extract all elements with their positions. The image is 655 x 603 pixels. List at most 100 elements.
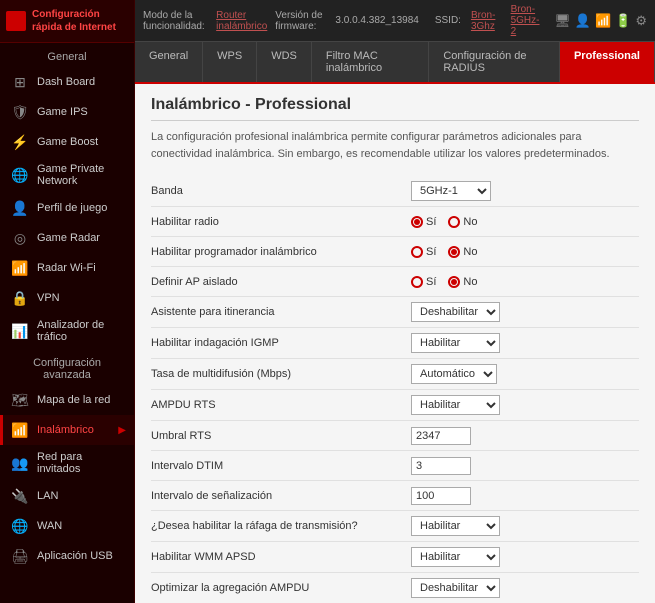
tab-radius[interactable]: Configuración de RADIUS [429, 42, 560, 82]
person-icon[interactable]: 👤 [575, 13, 591, 29]
page-description: La configuración profesional inalámbrica… [151, 129, 639, 162]
signal-icon[interactable]: 📶 [595, 13, 611, 29]
sidebar-item-label: Aplicación USB [37, 550, 113, 562]
ssid-5g-link[interactable]: Bron-5GHz-2 [511, 4, 545, 37]
ssid-2g-link[interactable]: Bron-3Ghz [471, 10, 499, 32]
sidebar-item-dashboard[interactable]: ⊞ Dash Board [0, 67, 134, 97]
sidebar-item-label: Game Boost [37, 136, 98, 148]
tab-filtro-mac[interactable]: Filtro MAC inalámbrico [312, 42, 429, 82]
topbar-icons: 🖥 👤 📶 🔋 ⚙ [554, 13, 647, 29]
tab-wds[interactable]: WDS [257, 42, 312, 82]
radio-dot-3-1 [448, 276, 460, 288]
radio-group-2: Sí No [411, 246, 477, 258]
form-control-9 [411, 457, 639, 475]
page-title: Inalámbrico - Professional [151, 96, 639, 121]
sidebar-item-lan[interactable]: 🔌 LAN [0, 481, 134, 511]
settings-form: Banda2.4GHz5GHz-15GHz-2Habilitar radioSí… [151, 176, 639, 603]
firmware-label: Versión de firmware: [275, 10, 327, 32]
sidebar-item-analizador[interactable]: 📊 Analizador de tráfico [0, 313, 134, 349]
tab-general[interactable]: General [135, 42, 203, 82]
select-0[interactable]: 2.4GHz5GHz-15GHz-2 [411, 181, 491, 201]
monitor-icon[interactable]: 🖥 [554, 13, 571, 29]
gear-icon[interactable]: ⚙ [635, 13, 647, 29]
sidebar-item-label: Mapa de la red [37, 394, 110, 406]
sidebar-item-game-boost[interactable]: ⚡ Game Boost [0, 127, 134, 157]
sidebar-item-label: Dash Board [37, 76, 95, 88]
select-5[interactable]: HabilitarDeshabilitar [411, 333, 500, 353]
radio-label-1-1: No [463, 216, 477, 228]
form-label-13: Optimizar la agregación AMPDU [151, 582, 411, 594]
sidebar-item-game-private-network[interactable]: 🌐 Game Private Network [0, 157, 134, 193]
usb-icon: 🖨 [11, 547, 29, 565]
select-13[interactable]: DeshabilitarHabilitar [411, 578, 500, 598]
sidebar-arrow-icon: ▶ [118, 425, 126, 436]
tab-bar: General WPS WDS Filtro MAC inalámbrico C… [135, 42, 655, 84]
sidebar-item-vpn[interactable]: 🔒 VPN [0, 283, 134, 313]
text-input-10[interactable] [411, 487, 471, 505]
form-row-7: AMPDU RTSHabilitarDeshabilitar [151, 390, 639, 421]
sidebar-item-label: Analizador de tráfico [37, 319, 126, 343]
mode-value: Router inalámbrico [216, 10, 267, 32]
form-label-10: Intervalo de señalización [151, 490, 411, 502]
tab-wps[interactable]: WPS [203, 42, 257, 82]
sidebar-item-label: WAN [37, 520, 62, 532]
sidebar-item-red-invitados[interactable]: 👥 Red para invitados [0, 445, 134, 481]
gameboost-icon: ⚡ [11, 133, 29, 151]
radio-option-3-0[interactable]: Sí [411, 276, 436, 288]
form-row-5: Habilitar indagación IGMPHabilitarDeshab… [151, 328, 639, 359]
form-label-4: Asistente para itinerancia [151, 306, 411, 318]
firmware-value: 3.0.0.4.382_13984 [335, 15, 418, 26]
sidebar-item-inalambrico[interactable]: 📶 Inalámbrico ▶ [0, 415, 134, 445]
radarwifi-icon: 📶 [11, 259, 29, 277]
form-control-1: Sí No [411, 216, 639, 228]
sidebar-general-section: General [0, 43, 134, 67]
sidebar-header-text: Configuración rápida de Internet [32, 8, 128, 34]
select-11[interactable]: HabilitarDeshabilitar [411, 516, 500, 536]
radio-option-3-1[interactable]: No [448, 276, 477, 288]
select-4[interactable]: DeshabilitarHabilitar [411, 302, 500, 322]
form-label-6: Tasa de multidifusión (Mbps) [151, 368, 411, 380]
topbar: Modo de la funcionalidad: Router inalámb… [135, 0, 655, 42]
form-control-2: Sí No [411, 246, 639, 258]
dashboard-icon: ⊞ [11, 73, 29, 91]
sidebar-item-game-radar[interactable]: ◎ Game Radar [0, 223, 134, 253]
form-control-8 [411, 427, 639, 445]
form-control-6: Automático125.511 [411, 364, 639, 384]
text-input-9[interactable] [411, 457, 471, 475]
form-row-8: Umbral RTS [151, 421, 639, 451]
sidebar-item-perfil-juego[interactable]: 👤 Perfil de juego [0, 193, 134, 223]
select-12[interactable]: HabilitarDeshabilitar [411, 547, 500, 567]
radio-option-1-0[interactable]: Sí [411, 216, 436, 228]
form-label-0: Banda [151, 185, 411, 197]
radio-group-3: Sí No [411, 276, 477, 288]
form-row-11: ¿Desea habilitar la ráfaga de transmisió… [151, 511, 639, 542]
select-6[interactable]: Automático125.511 [411, 364, 497, 384]
form-control-0: 2.4GHz5GHz-15GHz-2 [411, 181, 639, 201]
form-row-2: Habilitar programador inalámbricoSíNo [151, 237, 639, 267]
radio-option-1-1[interactable]: No [448, 216, 477, 228]
radio-label-3-0: Sí [426, 276, 436, 288]
radio-label-2-1: No [463, 246, 477, 258]
sidebar-item-radar-wifi[interactable]: 📶 Radar Wi-Fi [0, 253, 134, 283]
text-input-8[interactable] [411, 427, 471, 445]
form-label-7: AMPDU RTS [151, 399, 411, 411]
radio-option-2-0[interactable]: Sí [411, 246, 436, 258]
analizador-icon: 📊 [11, 322, 29, 340]
wan-icon: 🌐 [11, 517, 29, 535]
radio-option-2-1[interactable]: No [448, 246, 477, 258]
battery-icon[interactable]: 🔋 [615, 13, 631, 29]
form-row-0: Banda2.4GHz5GHz-15GHz-2 [151, 176, 639, 207]
sidebar-item-label: Red para invitados [37, 451, 126, 475]
sidebar-item-usb[interactable]: 🖨 Aplicación USB [0, 541, 134, 571]
tab-professional[interactable]: Professional [560, 42, 655, 82]
sidebar-item-game-ips[interactable]: 🛡 Game IPS [0, 97, 134, 127]
perfil-icon: 👤 [11, 199, 29, 217]
form-control-11: HabilitarDeshabilitar [411, 516, 639, 536]
invitados-icon: 👥 [11, 454, 29, 472]
form-control-10 [411, 487, 639, 505]
radio-dot-2-0 [411, 246, 423, 258]
sidebar-item-mapa-red[interactable]: 🗺 Mapa de la red [0, 385, 134, 415]
sidebar-item-label: Game Radar [37, 232, 100, 244]
select-7[interactable]: HabilitarDeshabilitar [411, 395, 500, 415]
sidebar-item-wan[interactable]: 🌐 WAN [0, 511, 134, 541]
